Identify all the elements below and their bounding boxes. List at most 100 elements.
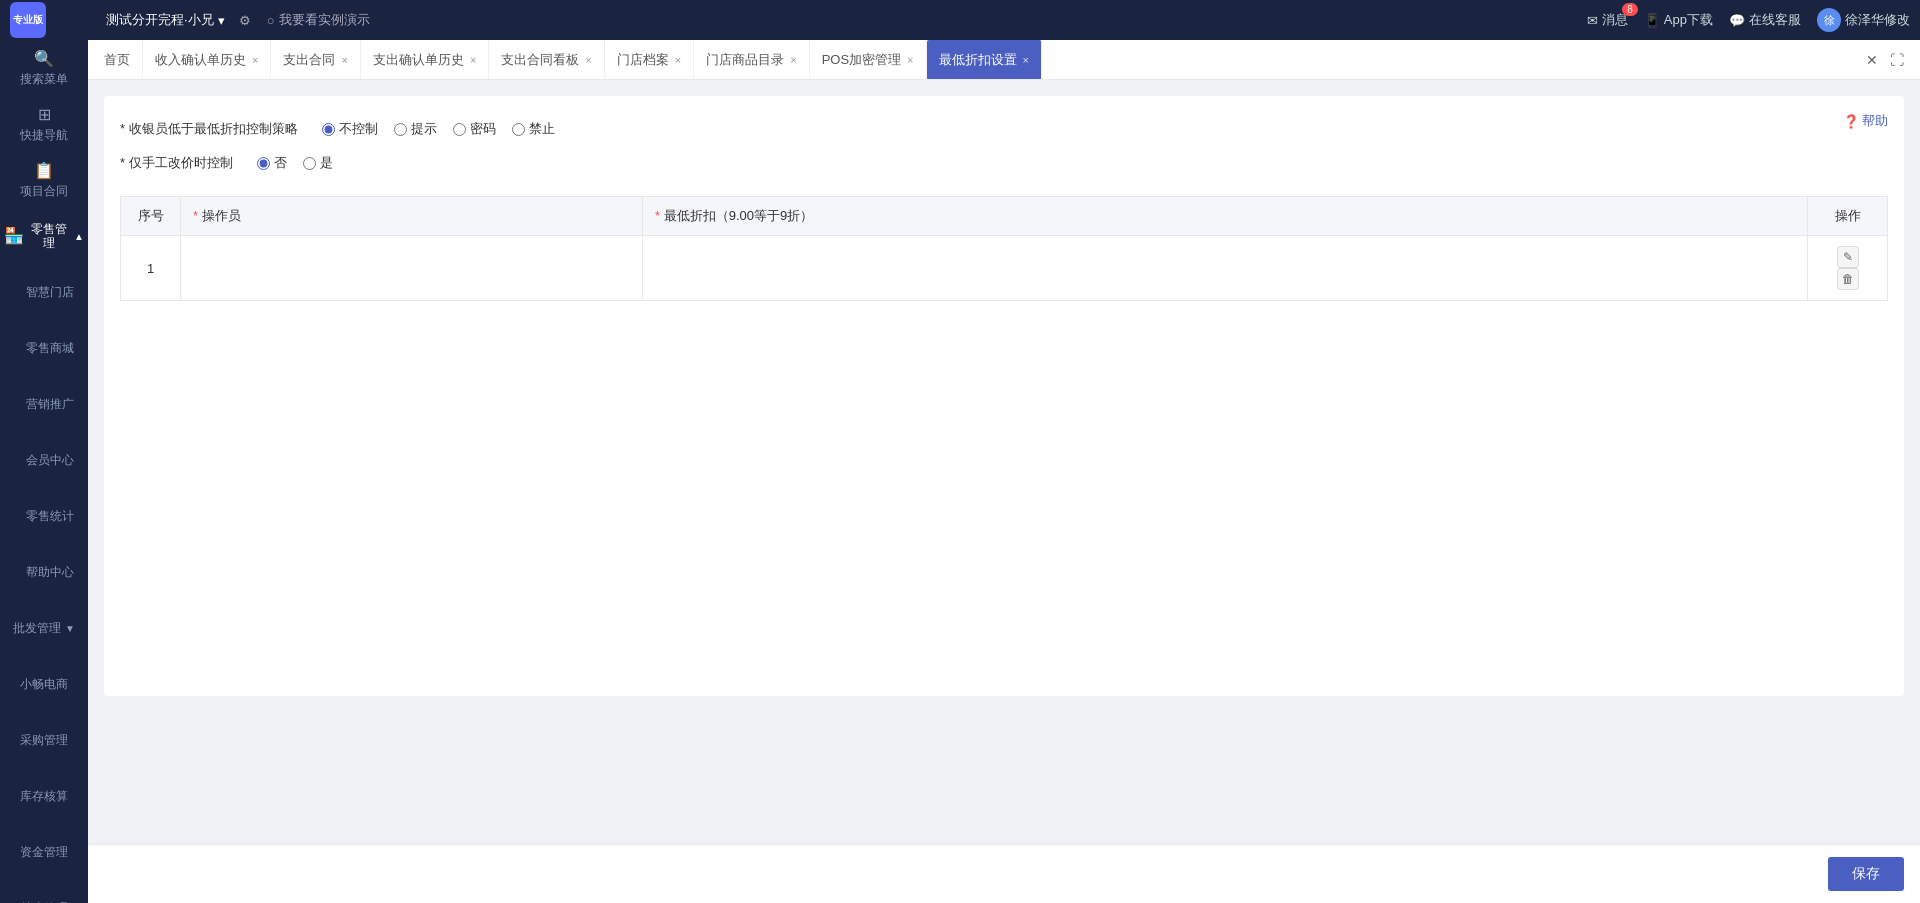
tab-close-icon[interactable]: ×: [790, 54, 796, 66]
sidebar-item-retailstat[interactable]: 零售统计: [0, 488, 88, 544]
app-download-button[interactable]: 📱 App下载: [1644, 11, 1713, 29]
sidebar-item-label: 采购管理: [20, 733, 68, 747]
sidebar-item-inventory[interactable]: 库存核算: [0, 768, 88, 824]
close-tab-button[interactable]: ✕: [1862, 50, 1882, 70]
settings-icon[interactable]: ⚙: [233, 13, 257, 28]
table-row: 1 ✎ 🗑: [121, 236, 1888, 301]
help-link[interactable]: ❓ 帮助: [1843, 112, 1888, 130]
logo: 专业版: [10, 2, 98, 38]
sidebar-item-label: 批发管理: [13, 621, 61, 635]
strategy-label: * 收银员低于最低折扣控制策略: [120, 120, 298, 138]
sidebar-item-label: 智慧门店: [26, 285, 74, 299]
sidebar-item-member[interactable]: 会员中心: [0, 432, 88, 488]
manual-radio-no[interactable]: [257, 157, 270, 170]
tab-pos-encrypt[interactable]: POS加密管理 ×: [810, 40, 927, 80]
discount-table: 序号 * 操作员 * 最低折扣（9.00等于9折） 操作 1 ✎: [120, 196, 1888, 301]
strategy-radio-forbid[interactable]: [512, 123, 525, 136]
sidebar-item-label: 帮助中心: [26, 565, 74, 579]
edit-button[interactable]: ✎: [1837, 246, 1859, 268]
tab-close-icon[interactable]: ×: [1023, 54, 1029, 66]
strategy-radio-password[interactable]: [453, 123, 466, 136]
logo-icon: 专业版: [10, 2, 46, 38]
sidebar-item-label: 营销推广: [26, 397, 74, 411]
sidebar-item-finance[interactable]: 资金管理: [0, 824, 88, 880]
sidebar-item-contract[interactable]: 📋 项目合同: [0, 152, 88, 208]
app-download-label: App下载: [1664, 11, 1713, 29]
messages-badge: 8: [1622, 3, 1638, 16]
sidebar-item-ecommerce[interactable]: 小畅电商: [0, 656, 88, 712]
tabbar-actions: ✕ ⛶: [1854, 50, 1916, 70]
tab-payment-board[interactable]: 支出合同看板 ×: [489, 40, 604, 80]
messages-button[interactable]: ✉ 消息 8: [1587, 11, 1628, 29]
manual-radio-group: 否 是: [257, 154, 333, 172]
user-menu[interactable]: 徐 徐泽华修改: [1817, 8, 1910, 32]
strategy-option-password[interactable]: 密码: [453, 120, 496, 138]
help-label: 帮助: [1862, 112, 1888, 130]
tab-label: 门店档案: [617, 51, 669, 69]
strategy-radio-hint[interactable]: [394, 123, 407, 136]
manual-radio-yes[interactable]: [303, 157, 316, 170]
tab-label: 门店商品目录: [706, 51, 784, 69]
sidebar-item-retailmall[interactable]: 零售商城: [0, 320, 88, 376]
strategy-radio-none[interactable]: [322, 123, 335, 136]
main-content: 首页 收入确认单历史 × 支出合同 × 支出确认单历史 × 支出合同看板 × 门…: [88, 40, 1920, 903]
tab-income-history[interactable]: 收入确认单历史 ×: [143, 40, 271, 80]
sidebar-item-wholesale[interactable]: 批发管理 ▼: [0, 600, 88, 656]
strategy-option-forbid[interactable]: 禁止: [512, 120, 555, 138]
tab-close-icon[interactable]: ×: [341, 54, 347, 66]
tab-store-archive[interactable]: 门店档案 ×: [605, 40, 694, 80]
tab-label: 支出合同看板: [501, 51, 579, 69]
page-card: ❓ 帮助 * 收银员低于最低折扣控制策略 不控制 提示: [104, 96, 1904, 696]
chevron-down-icon: ▼: [65, 623, 75, 634]
sidebar-item-shortcut[interactable]: ⊞ 快捷导航: [0, 96, 88, 152]
sidebar-item-label: 小畅电商: [20, 677, 68, 691]
sidebar-item-label: 会员中心: [26, 453, 74, 467]
col-header-actions: 操作: [1808, 197, 1888, 236]
tab-label: 最低折扣设置: [939, 51, 1017, 69]
tab-close-icon[interactable]: ×: [675, 54, 681, 66]
sidebar-item-ledger[interactable]: 总账管理: [0, 880, 88, 903]
tab-close-icon[interactable]: ×: [252, 54, 258, 66]
tab-home[interactable]: 首页: [92, 40, 143, 80]
manual-option-no[interactable]: 否: [257, 154, 287, 172]
project-selector[interactable]: 测试分开完程·小兄 ▾: [98, 11, 233, 29]
project-name: 测试分开完程·小兄: [106, 11, 214, 29]
row-actions: ✎ 🗑: [1808, 236, 1888, 301]
retail-icon: 🏪: [4, 226, 24, 245]
sidebar-item-label: 快捷导航: [20, 128, 68, 142]
strategy-option-none[interactable]: 不控制: [322, 120, 378, 138]
tab-close-icon[interactable]: ×: [470, 54, 476, 66]
sidebar-item-label: 搜索菜单: [20, 72, 68, 86]
demo-icon: ○: [267, 13, 275, 28]
sidebar-item-retail[interactable]: 🏪 零售管理 ▲: [0, 208, 88, 264]
avatar: 徐: [1817, 8, 1841, 32]
sidebar-item-marketing[interactable]: 营销推广: [0, 376, 88, 432]
tab-label: POS加密管理: [822, 51, 901, 69]
manual-option-yes[interactable]: 是: [303, 154, 333, 172]
row-index: 1: [121, 236, 181, 301]
sidebar-item-label: 零售商城: [26, 341, 74, 355]
expand-tab-button[interactable]: ⛶: [1886, 50, 1908, 70]
sidebar-item-search[interactable]: 🔍 搜索菜单: [0, 40, 88, 96]
tab-store-catalog[interactable]: 门店商品目录 ×: [694, 40, 809, 80]
delete-button[interactable]: 🗑: [1837, 268, 1859, 290]
sidebar-item-purchase[interactable]: 采购管理: [0, 712, 88, 768]
save-button[interactable]: 保存: [1828, 857, 1904, 891]
col-header-operator: * 操作员: [181, 197, 643, 236]
tab-payment-contract[interactable]: 支出合同 ×: [271, 40, 360, 80]
shortcut-icon: ⊞: [38, 105, 51, 124]
sidebar-item-label: 项目合同: [20, 184, 68, 198]
tab-close-icon[interactable]: ×: [585, 54, 591, 66]
tab-min-discount[interactable]: 最低折扣设置 ×: [927, 40, 1042, 80]
strategy-option-forbid-label: 禁止: [529, 120, 555, 138]
sidebar-item-help[interactable]: 帮助中心: [0, 544, 88, 600]
strategy-option-hint[interactable]: 提示: [394, 120, 437, 138]
online-support-button[interactable]: 💬 在线客服: [1729, 11, 1801, 29]
tab-close-icon[interactable]: ×: [907, 54, 913, 66]
demo-label: 我要看实例演示: [279, 11, 370, 29]
demo-button[interactable]: ○ 我要看实例演示: [257, 11, 381, 29]
contract-icon: 📋: [34, 161, 54, 180]
sidebar-item-smartshop[interactable]: 智慧门店: [0, 264, 88, 320]
tab-payment-history[interactable]: 支出确认单历史 ×: [361, 40, 489, 80]
logo-text: 专业版: [13, 13, 43, 27]
